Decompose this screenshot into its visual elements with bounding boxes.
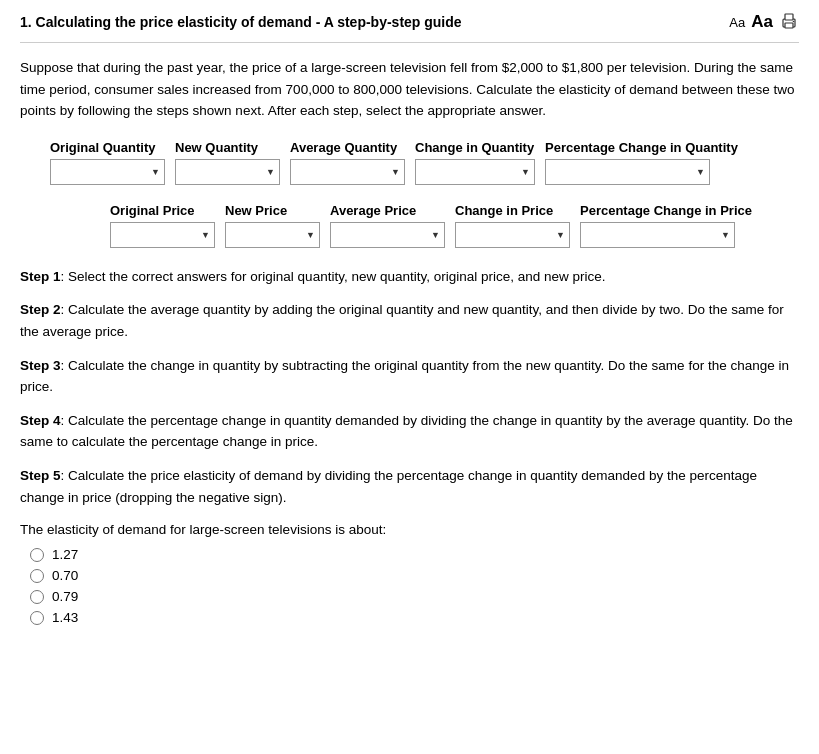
font-large-button[interactable]: Aa [751, 12, 773, 32]
original-price-group: Original Price $2,000 $1,800 [110, 203, 215, 248]
pct-change-price-label: Percentage Change in Price [580, 203, 752, 218]
steps-section: Step 1: Select the correct answers for o… [20, 266, 799, 508]
change-quantity-select[interactable]: 100,000 -100,000 [415, 159, 535, 185]
new-price-label: New Price [225, 203, 287, 218]
change-price-wrapper: -$200 $200 [455, 222, 570, 248]
original-quantity-group: Original Quantity 700,000 800,000 [50, 140, 165, 185]
step4-block: Step 4: Calculate the percentage change … [20, 410, 799, 453]
pct-change-quantity-wrapper: 13.33% -13.33% [545, 159, 710, 185]
step1-label: Step 1 [20, 269, 61, 284]
change-quantity-group: Change in Quantity 100,000 -100,000 [415, 140, 535, 185]
average-quantity-wrapper: 750,000 700,000 [290, 159, 405, 185]
original-quantity-label: Original Quantity [50, 140, 155, 155]
radio-0.79[interactable] [30, 590, 44, 604]
change-quantity-wrapper: 100,000 -100,000 [415, 159, 535, 185]
average-price-wrapper: $1,900 $1,800 [330, 222, 445, 248]
step5-text: : Calculate the price elasticity of dema… [20, 468, 757, 505]
radio-1.43[interactable] [30, 611, 44, 625]
svg-rect-2 [785, 23, 793, 28]
step4-text: : Calculate the percentage change in qua… [20, 413, 793, 450]
radio-label-0.70: 0.70 [52, 568, 78, 583]
original-quantity-select[interactable]: 700,000 800,000 [50, 159, 165, 185]
svg-point-3 [793, 21, 795, 23]
radio-option-3: 0.79 [20, 589, 799, 604]
original-price-wrapper: $2,000 $1,800 [110, 222, 215, 248]
step3-block: Step 3: Calculate the change in quantity… [20, 355, 799, 398]
svg-rect-1 [785, 14, 793, 20]
radio-option-1: 1.27 [20, 547, 799, 562]
radio-label-1.43: 1.43 [52, 610, 78, 625]
page-header: 1. Calculating the price elasticity of d… [20, 12, 799, 43]
pct-change-price-group: Percentage Change in Price -10.53% 10.53… [580, 203, 752, 248]
change-price-label: Change in Price [455, 203, 553, 218]
average-quantity-group: Average Quantity 750,000 700,000 [290, 140, 405, 185]
page-title: 1. Calculating the price elasticity of d… [20, 14, 462, 30]
radio-option-2: 0.70 [20, 568, 799, 583]
average-quantity-select[interactable]: 750,000 700,000 [290, 159, 405, 185]
change-price-select[interactable]: -$200 $200 [455, 222, 570, 248]
new-price-group: New Price $1,800 $2,000 [225, 203, 320, 248]
step2-block: Step 2: Calculate the average quantity b… [20, 299, 799, 342]
new-quantity-wrapper: 700,000 800,000 [175, 159, 280, 185]
pct-change-quantity-select[interactable]: 13.33% -13.33% [545, 159, 710, 185]
pct-change-price-wrapper: -10.53% 10.53% [580, 222, 735, 248]
radio-option-4: 1.43 [20, 610, 799, 625]
change-price-group: Change in Price -$200 $200 [455, 203, 570, 248]
pct-change-price-select[interactable]: -10.53% 10.53% [580, 222, 735, 248]
new-price-select[interactable]: $1,800 $2,000 [225, 222, 320, 248]
new-quantity-select[interactable]: 700,000 800,000 [175, 159, 280, 185]
step5-label: Step 5 [20, 468, 61, 483]
quantity-dropdowns-row: Original Quantity 700,000 800,000 New Qu… [50, 140, 799, 185]
header-controls: Aa Aa [729, 12, 799, 32]
average-quantity-label: Average Quantity [290, 140, 397, 155]
print-icon[interactable] [779, 12, 799, 32]
pct-change-quantity-group: Percentage Change in Quantity 13.33% -13… [545, 140, 738, 185]
font-small-button[interactable]: Aa [729, 15, 745, 30]
answer-section: The elasticity of demand for large-scree… [20, 522, 799, 625]
original-quantity-wrapper: 700,000 800,000 [50, 159, 165, 185]
new-price-wrapper: $1,800 $2,000 [225, 222, 320, 248]
pct-change-quantity-label: Percentage Change in Quantity [545, 140, 738, 155]
change-quantity-label: Change in Quantity [415, 140, 534, 155]
new-quantity-group: New Quantity 700,000 800,000 [175, 140, 280, 185]
step4-label: Step 4 [20, 413, 61, 428]
radio-1.27[interactable] [30, 548, 44, 562]
step2-text: : Calculate the average quantity by addi… [20, 302, 784, 339]
radio-label-1.27: 1.27 [52, 547, 78, 562]
average-price-label: Average Price [330, 203, 416, 218]
step3-label: Step 3 [20, 358, 61, 373]
original-price-label: Original Price [110, 203, 195, 218]
original-price-select[interactable]: $2,000 $1,800 [110, 222, 215, 248]
average-price-select[interactable]: $1,900 $1,800 [330, 222, 445, 248]
step3-text: : Calculate the change in quantity by su… [20, 358, 789, 395]
radio-label-0.79: 0.79 [52, 589, 78, 604]
average-price-group: Average Price $1,900 $1,800 [330, 203, 445, 248]
step2-label: Step 2 [20, 302, 61, 317]
price-dropdowns-row: Original Price $2,000 $1,800 New Price $… [50, 203, 799, 248]
step5-block: Step 5: Calculate the price elasticity o… [20, 465, 799, 508]
intro-text: Suppose that during the past year, the p… [20, 57, 799, 122]
answer-prompt: The elasticity of demand for large-scree… [20, 522, 799, 537]
step1-text: : Select the correct answers for origina… [61, 269, 606, 284]
radio-0.70[interactable] [30, 569, 44, 583]
step1-block: Step 1: Select the correct answers for o… [20, 266, 799, 288]
new-quantity-label: New Quantity [175, 140, 258, 155]
